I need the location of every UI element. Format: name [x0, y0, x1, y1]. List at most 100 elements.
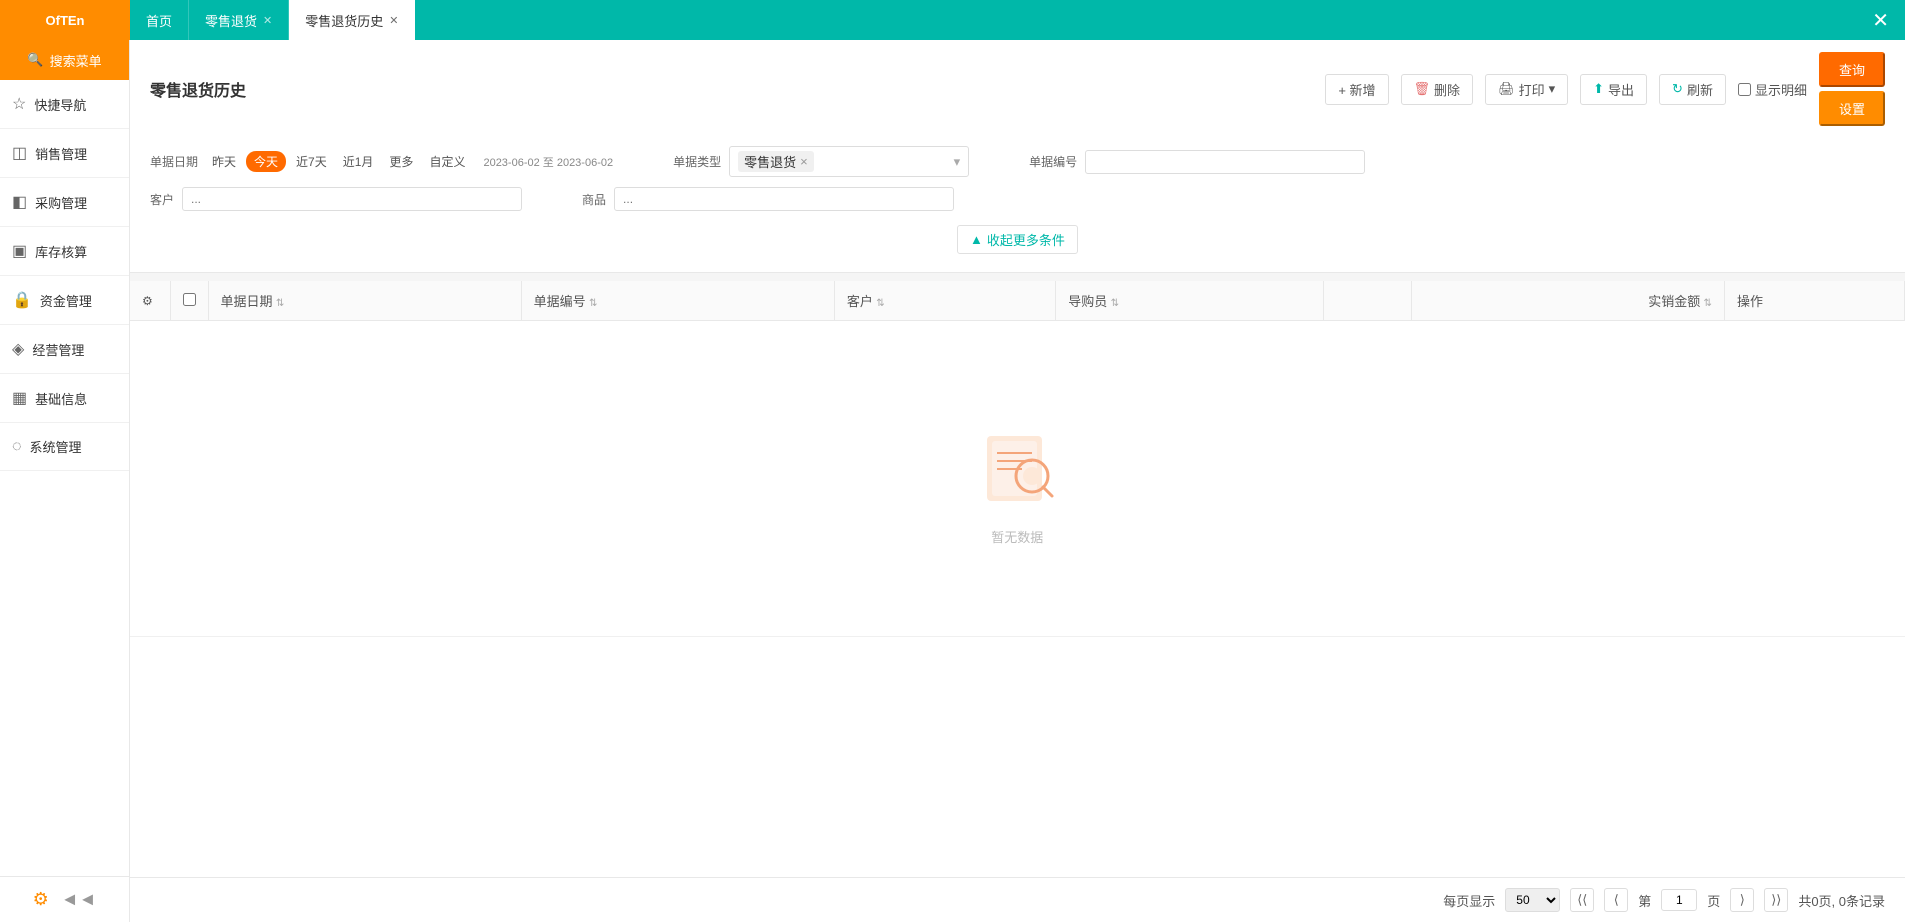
- sales-icon: ◫: [12, 143, 27, 163]
- window-close-button[interactable]: ✕: [1856, 8, 1905, 33]
- header-actions: + 新增 🗑 删除 🖨 打印 ▾ ⬆ 导出: [1325, 52, 1885, 126]
- delete-button[interactable]: 🗑 删除: [1401, 74, 1474, 105]
- export-button[interactable]: ⬆ 导出: [1580, 74, 1647, 105]
- page-suffix: 页: [1707, 891, 1720, 910]
- filter-goods: 商品: [582, 187, 954, 211]
- filter-bill-no: 单据编号: [1029, 150, 1365, 174]
- page-title-row: 零售退货历史 + 新增 🗑 删除 🖨 打印 ▾ ⬆: [150, 52, 1885, 126]
- sidebar-item-purchase-mgmt[interactable]: ◧ 采购管理: [0, 178, 129, 227]
- sidebar-item-inventory[interactable]: ▣ 库存核算: [0, 227, 129, 276]
- audio-icon[interactable]: ◄◄: [61, 889, 97, 910]
- print-button[interactable]: 🖨 打印 ▾: [1485, 74, 1568, 105]
- operations-icon: ◈: [12, 339, 24, 359]
- last-page-button[interactable]: ⟩⟩: [1764, 888, 1788, 912]
- th-checkbox[interactable]: [170, 281, 208, 321]
- select-all-checkbox[interactable]: [183, 293, 196, 306]
- sidebar-item-finance[interactable]: 🔒 资金管理: [0, 276, 129, 325]
- sidebar-item-quick-nav[interactable]: ☆ 快捷导航: [0, 80, 129, 129]
- sidebar-item-system-mgmt[interactable]: ◌ 系统管理: [0, 423, 129, 471]
- bill-type-tag-close[interactable]: ×: [800, 154, 808, 169]
- pagination-bar: 每页显示 50 10 20 100 ⟨⟨ ⟨ 第 页 ⟩ ⟩⟩ 共0页, 0条记…: [130, 877, 1905, 922]
- table-container: ⚙ 单据日期 ⇅ 单据编号 ⇅ 客户 ⇅: [130, 281, 1905, 877]
- filter-row-1: 单据日期 昨天 今天 近7天 近1月 更多 自定义 2023-06-02 至 2…: [150, 146, 1885, 177]
- filter-date: 单据日期 昨天 今天 近7天 近1月 更多 自定义 2023-06-02 至 2…: [150, 151, 613, 172]
- prev-page-button[interactable]: ⟨: [1604, 888, 1628, 912]
- main-layout: 🔍 搜索菜单 ☆ 快捷导航 ◫ 销售管理 ◧ 采购管理 ▣ 库存核算 🔒 资金管…: [0, 40, 1905, 922]
- collapse-icon: ▲: [970, 232, 983, 247]
- inventory-icon: ▣: [12, 241, 27, 261]
- filter-area: 单据日期 昨天 今天 近7天 近1月 更多 自定义 2023-06-02 至 2…: [150, 136, 1885, 272]
- top-bar: OfTEn 首页 零售退货 ✕ 零售退货历史 ✕ ✕: [0, 0, 1905, 40]
- empty-illustration: [967, 411, 1067, 511]
- date-range-display: 2023-06-02 至 2023-06-02: [483, 154, 613, 170]
- data-table: ⚙ 单据日期 ⇅ 单据编号 ⇅ 客户 ⇅: [130, 281, 1905, 637]
- sort-icon-guide: ⇅: [1111, 298, 1119, 309]
- sidebar-search[interactable]: 🔍 搜索菜单: [0, 40, 129, 80]
- bill-type-tag: 零售退货 ×: [738, 151, 814, 172]
- page-number-input[interactable]: [1661, 889, 1697, 911]
- sort-icon-amount: ⇅: [1704, 298, 1712, 309]
- th-amount[interactable]: 实销金额 ⇅: [1411, 281, 1724, 321]
- brand-logo: OfTEn: [0, 0, 130, 40]
- date-opt-more[interactable]: 更多: [383, 151, 419, 172]
- refresh-icon: ↻: [1672, 81, 1683, 97]
- sidebar-bottom: ⚙ ◄◄: [0, 876, 129, 922]
- date-options: 昨天 今天 近7天 近1月 更多 自定义: [206, 151, 471, 172]
- sort-icon-bill-no: ⇅: [589, 298, 597, 309]
- per-page-label: 每页显示: [1443, 891, 1495, 910]
- date-opt-last1m[interactable]: 近1月: [337, 151, 380, 172]
- sidebar-item-operations[interactable]: ◈ 经营管理: [0, 325, 129, 374]
- tab-retail-return-close[interactable]: ✕: [263, 14, 272, 27]
- th-guide[interactable]: 导购员 ⇅: [1056, 281, 1323, 321]
- bill-no-input[interactable]: [1085, 150, 1365, 174]
- th-customer[interactable]: 客户 ⇅: [834, 281, 1055, 321]
- tab-home[interactable]: 首页: [130, 0, 189, 40]
- show-detail-checkbox[interactable]: [1738, 83, 1751, 96]
- tab-list: 首页 零售退货 ✕ 零售退货历史 ✕: [130, 0, 1856, 40]
- per-page-select[interactable]: 50 10 20 100: [1505, 888, 1560, 912]
- next-page-button[interactable]: ⟩: [1730, 888, 1754, 912]
- first-page-button[interactable]: ⟨⟨: [1570, 888, 1594, 912]
- new-button[interactable]: + 新增: [1325, 74, 1388, 105]
- page-header: 零售退货历史 + 新增 🗑 删除 🖨 打印 ▾ ⬆: [130, 40, 1905, 273]
- page-label: 第: [1638, 891, 1651, 910]
- collapse-filter-button[interactable]: ▲ 收起更多条件: [957, 225, 1078, 254]
- customer-input[interactable]: [182, 187, 522, 211]
- settings-button[interactable]: 设置: [1819, 91, 1885, 126]
- sidebar: 🔍 搜索菜单 ☆ 快捷导航 ◫ 销售管理 ◧ 采购管理 ▣ 库存核算 🔒 资金管…: [0, 40, 130, 922]
- purchase-icon: ◧: [12, 192, 27, 212]
- system-icon: ◌: [12, 438, 22, 456]
- empty-state: 暂无数据: [142, 331, 1893, 626]
- tab-retail-return[interactable]: 零售退货 ✕: [189, 0, 289, 40]
- show-detail-checkbox-label[interactable]: 显示明细: [1738, 80, 1807, 99]
- sort-icon-date: ⇅: [276, 298, 284, 309]
- goods-input[interactable]: [614, 187, 954, 211]
- print-icon: 🖨: [1498, 81, 1515, 97]
- page-title: 零售退货历史: [150, 77, 246, 101]
- th-settings[interactable]: ⚙: [130, 281, 170, 321]
- content-area: 零售退货历史 + 新增 🗑 删除 🖨 打印 ▾ ⬆: [130, 40, 1905, 922]
- th-bill-no[interactable]: 单据编号 ⇅: [521, 281, 834, 321]
- sidebar-item-base-info[interactable]: ▦ 基础信息: [0, 374, 129, 423]
- th-spacer: [1323, 281, 1411, 321]
- filter-row-2: 客户 商品: [150, 187, 1885, 211]
- empty-text: 暂无数据: [991, 527, 1043, 546]
- tab-retail-return-history[interactable]: 零售退货历史 ✕: [289, 0, 415, 40]
- total-info: 共0页, 0条记录: [1798, 891, 1885, 910]
- query-button[interactable]: 查询: [1819, 52, 1885, 87]
- sort-icon-customer: ⇅: [876, 298, 884, 309]
- date-opt-custom[interactable]: 自定义: [423, 151, 471, 172]
- date-opt-today[interactable]: 今天: [246, 151, 286, 172]
- date-opt-yesterday[interactable]: 昨天: [206, 151, 242, 172]
- bill-type-select[interactable]: 零售退货 × ▾: [729, 146, 969, 177]
- sidebar-item-sales-mgmt[interactable]: ◫ 销售管理: [0, 129, 129, 178]
- date-opt-last7[interactable]: 近7天: [290, 151, 333, 172]
- th-date[interactable]: 单据日期 ⇅: [208, 281, 521, 321]
- select-dropdown-icon: ▾: [954, 154, 961, 170]
- quick-nav-icon: ☆: [12, 94, 26, 114]
- print-dropdown-icon: ▾: [1549, 81, 1556, 97]
- settings-icon[interactable]: ⚙: [33, 889, 49, 910]
- tab-history-close[interactable]: ✕: [389, 14, 398, 27]
- refresh-button[interactable]: ↻ 刷新: [1659, 74, 1726, 105]
- finance-icon: 🔒: [12, 290, 32, 310]
